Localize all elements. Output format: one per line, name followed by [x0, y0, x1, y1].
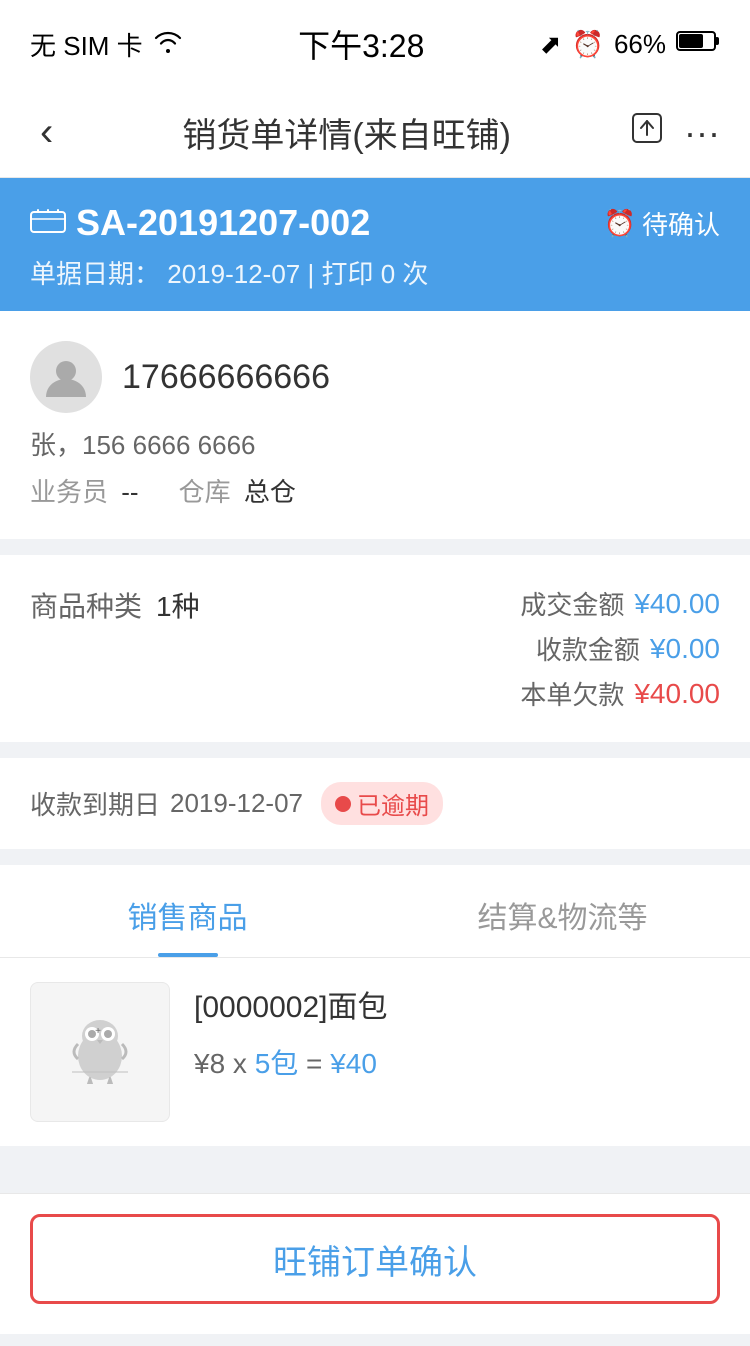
back-button[interactable]: ‹: [30, 100, 63, 165]
order-id: SA-20191207-002: [30, 202, 370, 244]
warehouse-label: 仓库 总仓: [179, 472, 296, 509]
product-thumbnail: +: [30, 982, 170, 1122]
received-amount-value: ¥0.00: [650, 633, 720, 665]
order-header-top: SA-20191207-002 ⏰ 待确认: [30, 202, 720, 244]
status-bar: 无 SIM 卡 下午3:28 ⬈ ⏰ 66%: [0, 0, 750, 88]
svg-text:+: +: [95, 1026, 101, 1037]
equals-text: =: [298, 1048, 330, 1079]
total-text: ¥40: [330, 1048, 377, 1079]
tab-settlement[interactable]: 结算&物流等: [375, 865, 750, 957]
nav-bar: ‹ 销货单详情(来自旺铺) ···: [0, 88, 750, 178]
more-icon[interactable]: ···: [684, 112, 720, 154]
tab-sales-products[interactable]: 销售商品: [0, 865, 375, 957]
product-item: + [0000002]面包 ¥8 x 5包 = ¥40: [0, 958, 750, 1146]
order-header-card: SA-20191207-002 ⏰ 待确认 单据日期： 2019-12-07 |…: [0, 178, 750, 311]
customer-row: 17666666666: [30, 341, 720, 413]
status-bar-left: 无 SIM 卡: [30, 26, 183, 63]
summary-amounts: 成交金额 ¥40.00 收款金额 ¥0.00 本单欠款 ¥40.00: [520, 585, 720, 712]
overdue-text: 已逾期: [357, 786, 429, 821]
battery-icon: [676, 29, 720, 60]
customer-phone: 17666666666: [122, 358, 330, 397]
product-thumb-owl-icon: +: [60, 1014, 140, 1091]
avatar: [30, 341, 102, 413]
due-date-value: 2019-12-07: [170, 788, 303, 819]
order-meta: 单据日期： 2019-12-07 | 打印 0 次: [30, 254, 720, 291]
summary-section: 商品种类 1种 成交金额 ¥40.00 收款金额 ¥0.00 本单欠款 ¥40.…: [0, 555, 750, 742]
order-id-icon: [30, 202, 66, 244]
price-text: ¥8 x: [194, 1048, 255, 1079]
nav-actions: ···: [630, 111, 720, 154]
summary-category: 商品种类 1种: [30, 585, 200, 625]
order-status-badge: ⏰ 待确认: [604, 205, 720, 242]
order-status-text: 待确认: [642, 205, 720, 242]
share-icon[interactable]: [630, 111, 664, 154]
owed-amount-row: 本单欠款 ¥40.00: [520, 675, 720, 712]
carrier-text: 无 SIM 卡: [30, 26, 143, 63]
tabs-section: 销售商品 结算&物流等: [0, 865, 750, 1146]
location-icon: ⬈: [540, 29, 562, 60]
status-bar-time: 下午3:28: [298, 21, 424, 67]
customer-section: 17666666666 张，156 6666 6666 业务员 -- 仓库 总仓: [0, 311, 750, 539]
alarm-icon: ⏰: [572, 29, 604, 60]
product-info: [0000002]面包 ¥8 x 5包 = ¥40: [194, 982, 720, 1082]
status-bar-right: ⬈ ⏰ 66%: [540, 29, 720, 60]
sales-label: 业务员 --: [30, 472, 139, 509]
tabs-row: 销售商品 结算&物流等: [0, 865, 750, 958]
order-id-text: SA-20191207-002: [76, 202, 370, 244]
confirm-order-button[interactable]: 旺铺订单确认: [30, 1214, 720, 1304]
due-date-label: 收款到期日: [30, 785, 160, 822]
status-clock-icon: ⏰: [604, 208, 636, 239]
quantity-text: 5包: [255, 1048, 299, 1079]
received-amount-row: 收款金额 ¥0.00: [536, 630, 720, 667]
battery-text: 66%: [614, 29, 666, 60]
bottom-bar: 旺铺订单确认: [0, 1193, 750, 1334]
customer-name-detail: 张，156 6666 6666: [30, 425, 720, 462]
product-name: [0000002]面包: [194, 982, 720, 1026]
overdue-badge: 已逾期: [321, 782, 443, 825]
deal-amount-value: ¥40.00: [634, 588, 720, 620]
wifi-icon: [153, 29, 183, 60]
due-date-section: 收款到期日 2019-12-07 已逾期: [0, 758, 750, 849]
page-title: 销货单详情(来自旺铺): [182, 108, 511, 157]
deal-amount-row: 成交金额 ¥40.00: [520, 585, 720, 622]
customer-info-row: 业务员 -- 仓库 总仓: [30, 472, 720, 509]
product-price-row: ¥8 x 5包 = ¥40: [194, 1042, 720, 1082]
overdue-dot-icon: [335, 796, 351, 812]
owed-amount-value: ¥40.00: [634, 678, 720, 710]
